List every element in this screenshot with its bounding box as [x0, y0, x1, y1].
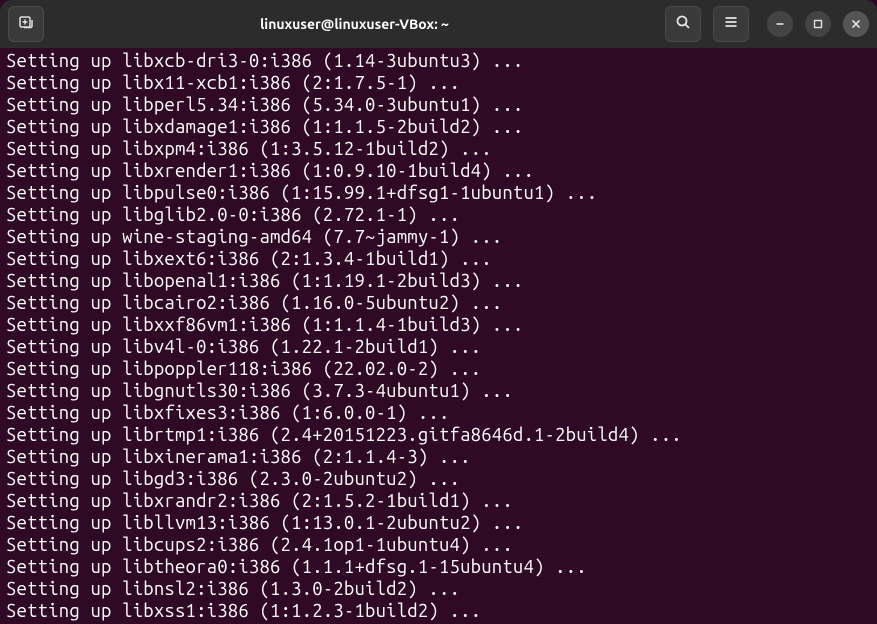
titlebar-left [8, 6, 44, 42]
terminal-line: Setting up libxss1:i386 (1:1.2.3-1build2… [6, 600, 871, 622]
new-tab-icon [18, 14, 34, 34]
terminal-line: Setting up libllvm13:i386 (1:13.0.1-2ubu… [6, 512, 871, 534]
terminal-line: Setting up libxrender1:i386 (1:0.9.10-1b… [6, 160, 871, 182]
window-title: linuxuser@linuxuser-VBox: ~ [52, 16, 657, 32]
minimize-icon [775, 15, 785, 33]
terminal-line: Setting up libxrandr2:i386 (2:1.5.2-1bui… [6, 490, 871, 512]
terminal-line: Setting up wine-staging-amd64 (7.7~jammy… [6, 226, 871, 248]
new-tab-button[interactable] [8, 6, 44, 42]
terminal-line: Setting up libx11-xcb1:i386 (2:1.7.5-1) … [6, 72, 871, 94]
titlebar-right [665, 6, 869, 42]
terminal-output[interactable]: Setting up libxcb-dri3-0:i386 (1.14-3ubu… [0, 48, 877, 624]
search-button[interactable] [665, 6, 701, 42]
terminal-line: Setting up libopenal1:i386 (1:1.19.1-2bu… [6, 270, 871, 292]
terminal-line: Setting up libglib2.0-0:i386 (2.72.1-1) … [6, 204, 871, 226]
hamburger-icon [723, 14, 739, 34]
terminal-line: Setting up libpulse0:i386 (1:15.99.1+dfs… [6, 182, 871, 204]
window-titlebar: linuxuser@linuxuser-VBox: ~ [0, 0, 877, 48]
close-button[interactable] [843, 11, 869, 37]
terminal-line: Setting up libgd3:i386 (2.3.0-2ubuntu2) … [6, 468, 871, 490]
close-icon [851, 15, 861, 33]
terminal-line: Setting up libpoppler118:i386 (22.02.0-2… [6, 358, 871, 380]
terminal-line: Setting up libperl5.34:i386 (5.34.0-3ubu… [6, 94, 871, 116]
maximize-button[interactable] [805, 11, 831, 37]
minimize-button[interactable] [767, 11, 793, 37]
terminal-line: Setting up libxcb-dri3-0:i386 (1.14-3ubu… [6, 50, 871, 72]
terminal-line: Setting up libcups2:i386 (2.4.1op1-1ubun… [6, 534, 871, 556]
terminal-line: Setting up libxdamage1:i386 (1:1.1.5-2bu… [6, 116, 871, 138]
terminal-line: Setting up libxinerama1:i386 (2:1.1.4-3)… [6, 446, 871, 468]
terminal-line: Setting up libnsl2:i386 (1.3.0-2build2) … [6, 578, 871, 600]
terminal-line: Setting up libxfixes3:i386 (1:6.0.0-1) .… [6, 402, 871, 424]
terminal-line: Setting up libxxf86vm1:i386 (1:1.1.4-1bu… [6, 314, 871, 336]
window-controls [767, 11, 869, 37]
terminal-line: Setting up libcairo2:i386 (1.16.0-5ubunt… [6, 292, 871, 314]
menu-button[interactable] [713, 6, 749, 42]
terminal-line: Setting up libv4l-0:i386 (1.22.1-2build1… [6, 336, 871, 358]
search-icon [675, 14, 691, 34]
terminal-line: Setting up libxext6:i386 (2:1.3.4-1build… [6, 248, 871, 270]
maximize-icon [813, 15, 823, 33]
terminal-line: Setting up libgnutls30:i386 (3.7.3-4ubun… [6, 380, 871, 402]
terminal-line: Setting up libtheora0:i386 (1.1.1+dfsg.1… [6, 556, 871, 578]
terminal-line: Setting up libxpm4:i386 (1:3.5.12-1build… [6, 138, 871, 160]
terminal-line: Setting up librtmp1:i386 (2.4+20151223.g… [6, 424, 871, 446]
